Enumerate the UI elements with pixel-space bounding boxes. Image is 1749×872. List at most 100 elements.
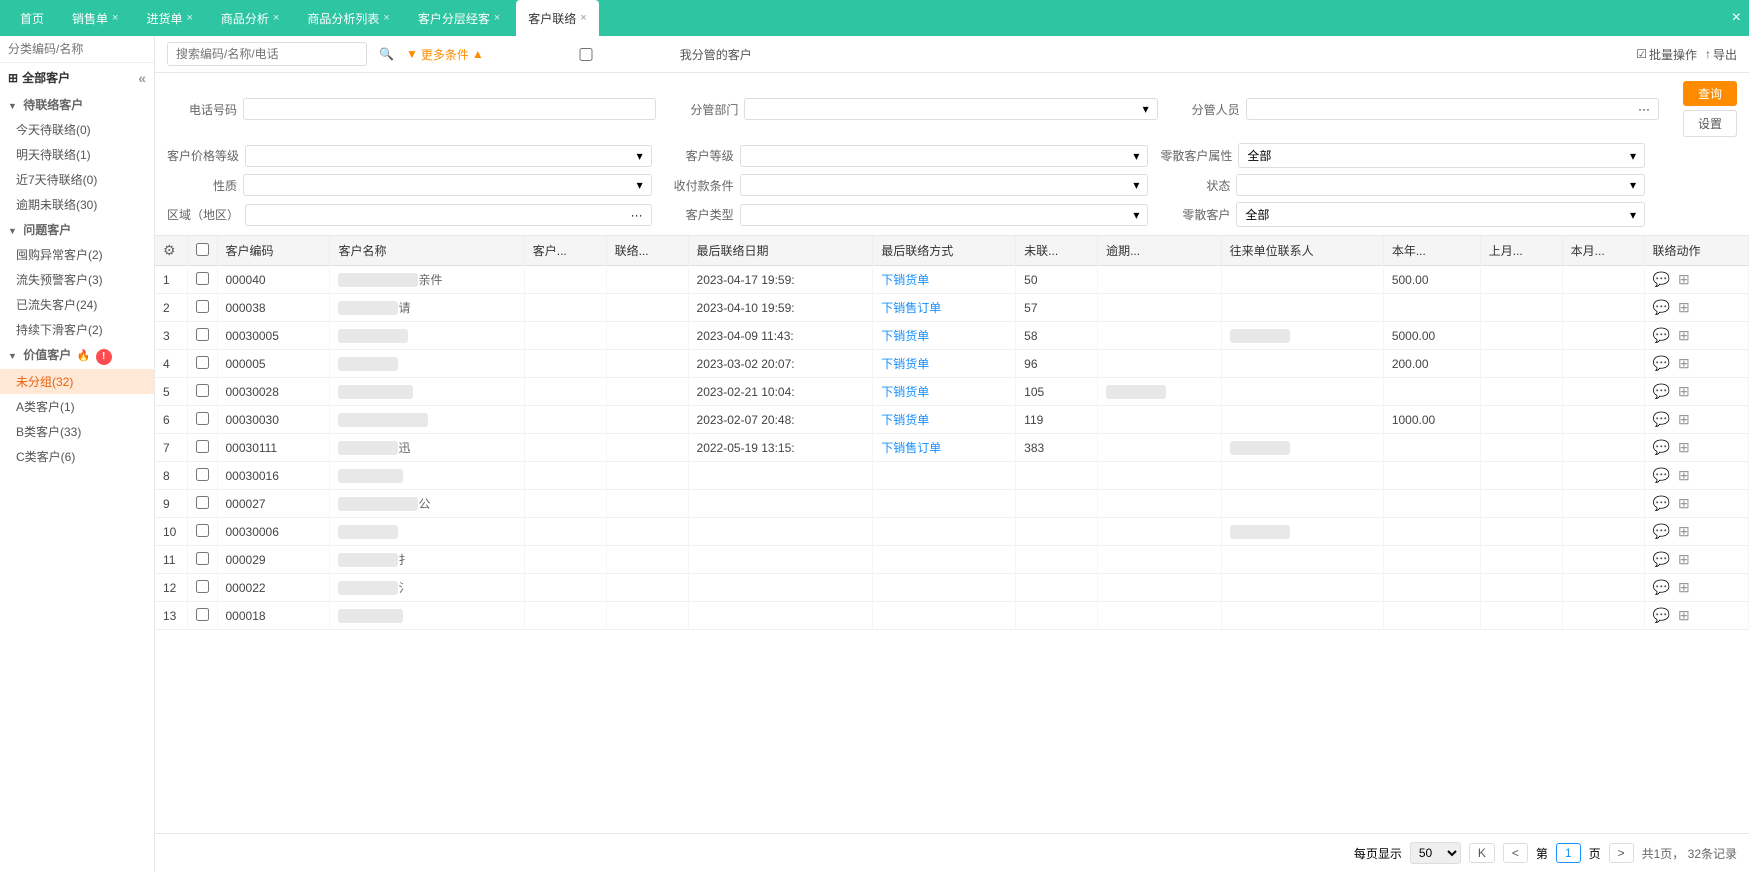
sidebar-item-tomorrow[interactable]: 明天待联络(1) <box>0 142 154 167</box>
row-checkbox[interactable] <box>196 300 209 313</box>
nav-purchase-close[interactable]: × <box>186 12 192 24</box>
grid-action-icon[interactable]: ⊞ <box>1678 467 1690 484</box>
nav-product-list-close[interactable]: × <box>383 12 389 24</box>
chat-icon[interactable]: 💬 <box>1653 551 1670 568</box>
chat-icon[interactable]: 💬 <box>1653 355 1670 372</box>
nav-product-analysis-close[interactable]: × <box>273 12 279 24</box>
export-btn[interactable]: ↑ 导出 <box>1705 46 1737 63</box>
dept-select[interactable]: ▾ <box>744 98 1157 120</box>
chat-icon[interactable]: 💬 <box>1653 523 1670 540</box>
last-method-link[interactable]: 下销货单 <box>881 357 929 371</box>
select-all-checkbox[interactable] <box>196 243 209 256</box>
more-conditions-btn[interactable]: ▼ 更多条件 ▲ <box>406 46 484 63</box>
chat-icon[interactable]: 💬 <box>1653 411 1670 428</box>
chat-icon[interactable]: 💬 <box>1653 439 1670 456</box>
sidebar-item-b-class[interactable]: B类客户(33) <box>0 419 154 444</box>
row-checkbox[interactable] <box>196 272 209 285</box>
grid-action-icon[interactable]: ⊞ <box>1678 579 1690 596</box>
row-checkbox[interactable] <box>196 468 209 481</box>
grid-action-icon[interactable]: ⊞ <box>1678 439 1690 456</box>
chat-icon[interactable]: 💬 <box>1653 579 1670 596</box>
sidebar-search-input[interactable] <box>8 42 155 56</box>
nav-home[interactable]: 首页 <box>8 0 56 36</box>
problem-triangle[interactable] <box>8 223 17 237</box>
sidebar-item-today[interactable]: 今天待联络(0) <box>0 117 154 142</box>
chat-icon[interactable]: 💬 <box>1653 271 1670 288</box>
search-icon[interactable]: 🔍 <box>379 47 394 61</box>
chat-icon[interactable]: 💬 <box>1653 607 1670 624</box>
nav-customer-segment[interactable]: 客户分层经客 × <box>406 0 512 36</box>
grid-action-icon[interactable]: ⊞ <box>1678 495 1690 512</box>
first-page-btn[interactable]: K <box>1469 843 1495 863</box>
customer-level-select[interactable]: ▾ <box>740 145 1149 167</box>
window-close-button[interactable]: × <box>1732 9 1741 27</box>
scatter-attr-select[interactable]: 全部▾ <box>1238 143 1645 168</box>
sidebar-item-declining[interactable]: 持续下滑客户(2) <box>0 317 154 342</box>
page-size-select[interactable]: 50 100 <box>1410 842 1461 864</box>
row-checkbox[interactable] <box>196 496 209 509</box>
status-select[interactable]: ▾ <box>1236 174 1645 196</box>
phone-input[interactable] <box>243 98 656 120</box>
chat-icon[interactable]: 💬 <box>1653 467 1670 484</box>
prev-page-btn[interactable]: < <box>1503 843 1528 863</box>
customer-type-select[interactable]: ▾ <box>740 204 1149 226</box>
settings-icon[interactable]: ⚙ <box>163 242 176 258</box>
sidebar-item-churn-warning[interactable]: 流失预警客户(3) <box>0 267 154 292</box>
row-checkbox[interactable] <box>196 580 209 593</box>
row-checkbox[interactable] <box>196 328 209 341</box>
row-checkbox[interactable] <box>196 524 209 537</box>
last-method-link[interactable]: 下销售订单 <box>881 441 941 455</box>
sidebar-item-churned[interactable]: 已流失客户(24) <box>0 292 154 317</box>
row-checkbox[interactable] <box>196 440 209 453</box>
nav-purchase[interactable]: 进货单 × <box>134 0 204 36</box>
grid-action-icon[interactable]: ⊞ <box>1678 551 1690 568</box>
grid-action-icon[interactable]: ⊞ <box>1678 411 1690 428</box>
chat-icon[interactable]: 💬 <box>1653 383 1670 400</box>
row-checkbox[interactable] <box>196 608 209 621</box>
pending-triangle[interactable] <box>8 98 17 112</box>
last-method-link[interactable]: 下销货单 <box>881 329 929 343</box>
nav-sales-close[interactable]: × <box>112 12 118 24</box>
grid-action-icon[interactable]: ⊞ <box>1678 299 1690 316</box>
sidebar-item-c-class[interactable]: C类客户(6) <box>0 444 154 469</box>
scatter-customer-select[interactable]: 全部▾ <box>1236 202 1645 227</box>
chat-icon[interactable]: 💬 <box>1653 299 1670 316</box>
grid-action-icon[interactable]: ⊞ <box>1678 607 1690 624</box>
chat-icon[interactable]: 💬 <box>1653 495 1670 512</box>
nav-customer-contact[interactable]: 客户联络 × <box>516 0 598 36</box>
sidebar-item-7days[interactable]: 近7天待联络(0) <box>0 167 154 192</box>
grid-action-icon[interactable]: ⊞ <box>1678 327 1690 344</box>
search-input[interactable] <box>167 42 367 66</box>
nav-product-analysis[interactable]: 商品分析 × <box>209 0 291 36</box>
next-page-btn[interactable]: > <box>1609 843 1634 863</box>
row-checkbox[interactable] <box>196 356 209 369</box>
nav-sales[interactable]: 销售单 × <box>60 0 130 36</box>
grid-action-icon[interactable]: ⊞ <box>1678 523 1690 540</box>
my-customers-checkbox[interactable]: 我分管的客户 <box>496 46 752 63</box>
value-triangle[interactable] <box>8 348 17 362</box>
sidebar-item-a-class[interactable]: A类客户(1) <box>0 394 154 419</box>
last-method-link[interactable]: 下销货单 <box>881 273 929 287</box>
payment-select[interactable]: ▾ <box>740 174 1149 196</box>
sidebar-all-customers[interactable]: ⊞ 全部客户 « <box>0 63 154 92</box>
current-page[interactable]: 1 <box>1556 843 1581 863</box>
price-level-select[interactable]: ▾ <box>245 145 652 167</box>
row-checkbox[interactable] <box>196 384 209 397</box>
nature-select[interactable]: ▾ <box>243 174 652 196</box>
grid-action-icon[interactable]: ⊞ <box>1678 383 1690 400</box>
query-button[interactable]: 查询 <box>1683 81 1737 106</box>
row-checkbox[interactable] <box>196 412 209 425</box>
sidebar-collapse-icon[interactable]: « <box>138 70 146 86</box>
region-select[interactable]: ··· <box>245 204 652 226</box>
nav-customer-contact-close[interactable]: × <box>580 12 586 24</box>
sidebar-item-hoarding[interactable]: 囤购异常客户(2) <box>0 242 154 267</box>
row-checkbox[interactable] <box>196 552 209 565</box>
last-method-link[interactable]: 下销售订单 <box>881 301 941 315</box>
grid-action-icon[interactable]: ⊞ <box>1678 355 1690 372</box>
chat-icon[interactable]: 💬 <box>1653 327 1670 344</box>
grid-action-icon[interactable]: ⊞ <box>1678 271 1690 288</box>
batch-operation-btn[interactable]: ☑ 批量操作 <box>1636 46 1697 63</box>
reset-button[interactable]: 设置 <box>1683 110 1737 137</box>
manager-select[interactable]: ··· <box>1246 98 1659 120</box>
last-method-link[interactable]: 下销货单 <box>881 385 929 399</box>
